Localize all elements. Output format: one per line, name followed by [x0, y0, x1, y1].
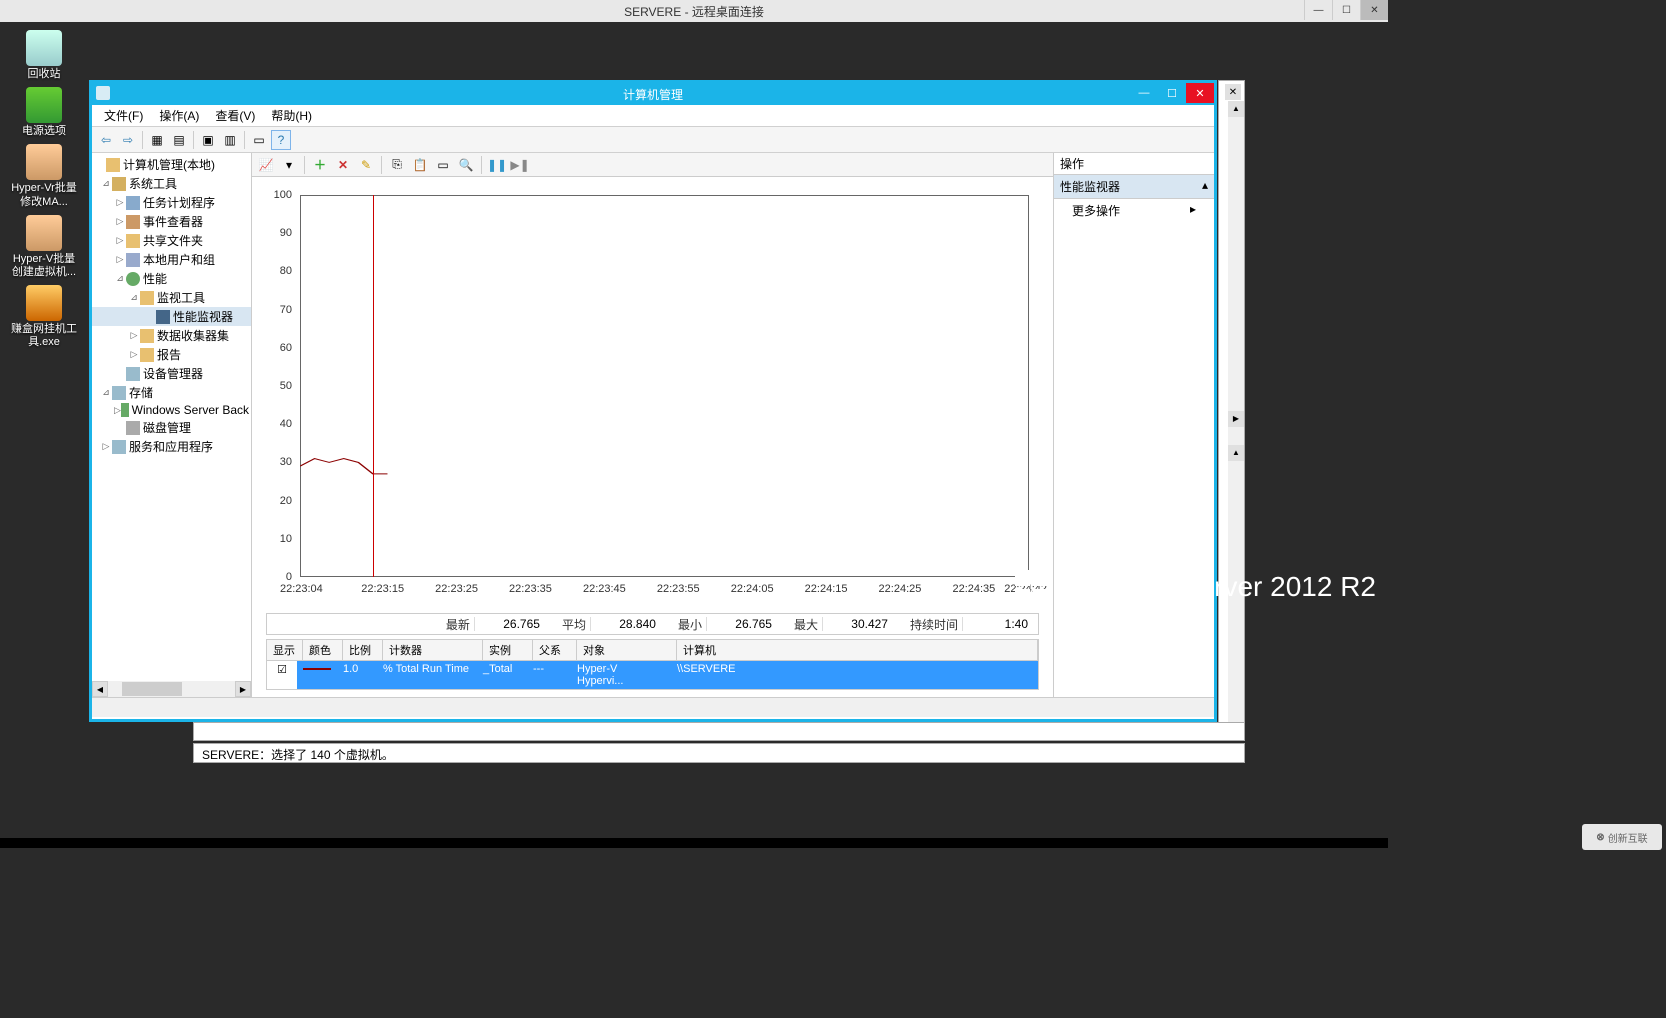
- desktop-icon-hyperv-create[interactable]: Hyper-V批量创建虚拟机...: [8, 215, 80, 279]
- zoom-button[interactable]: 🔍: [456, 155, 476, 175]
- tree-shared-folders[interactable]: ▷共享文件夹: [92, 231, 251, 250]
- toolbar-btn-1[interactable]: ▣: [198, 130, 218, 150]
- app-icon: [96, 86, 110, 100]
- view-dropdown-button[interactable]: ▾: [279, 155, 299, 175]
- side-close-button[interactable]: ✕: [1225, 84, 1241, 100]
- rdp-window: SERVERE - 远程桌面连接 — ☐ ✕ 回收站 电源选项 Hyper-Vr…: [0, 0, 1388, 826]
- toolbar-btn-2[interactable]: ▥: [220, 130, 240, 150]
- properties-button[interactable]: ▤: [169, 130, 189, 150]
- mmc-menubar: 文件(F) 操作(A) 查看(V) 帮助(H): [92, 105, 1214, 127]
- tree-reports[interactable]: ▷报告: [92, 345, 251, 364]
- mmc-title-text: 计算机管理: [623, 86, 683, 103]
- counter-header[interactable]: 显示 颜色 比例 计数器 实例 父系 对象 计算机: [267, 640, 1038, 661]
- y-axis: 100 90 80 70 60 50 40 30 20 10 0: [266, 191, 296, 577]
- windows-logo-icon: [1015, 570, 1049, 604]
- side-scrollbar[interactable]: ▲ ▶ ▲: [1228, 101, 1244, 727]
- chart-cursor[interactable]: [373, 195, 374, 577]
- help-button[interactable]: ?: [271, 130, 291, 150]
- tree-wsb[interactable]: ▷Windows Server Back: [92, 402, 251, 418]
- tree-event-viewer[interactable]: ▷事件查看器: [92, 212, 251, 231]
- chevron-right-icon: ▸: [1190, 202, 1196, 219]
- copy-button[interactable]: ⎘: [387, 155, 407, 175]
- scroll-mid-button[interactable]: ▶: [1228, 411, 1244, 427]
- desktop-icon-power[interactable]: 电源选项: [8, 87, 80, 138]
- properties-perf-button[interactable]: ▭: [433, 155, 453, 175]
- mmc-titlebar[interactable]: 计算机管理 — ☐ ✕: [92, 83, 1214, 105]
- tree-local-users[interactable]: ▷本地用户和组: [92, 250, 251, 269]
- tree-pane: 计算机管理(本地) ⊿系统工具 ▷任务计划程序 ▷事件查看器 ▷共享文件夹 ▷本…: [92, 153, 252, 697]
- menu-action[interactable]: 操作(A): [151, 105, 207, 126]
- forward-button[interactable]: ⇨: [118, 130, 138, 150]
- rdp-titlebar[interactable]: SERVERE - 远程桌面连接 — ☐ ✕: [0, 0, 1388, 22]
- mmc-maximize-button[interactable]: ☐: [1158, 83, 1186, 103]
- paste-button[interactable]: 📋: [410, 155, 430, 175]
- freeze-button[interactable]: ❚❚: [487, 155, 507, 175]
- counter-grid: 显示 颜色 比例 计数器 实例 父系 对象 计算机 ☑ 1.0: [266, 639, 1039, 690]
- add-counter-button[interactable]: ＋: [310, 155, 330, 175]
- mmc-window: 计算机管理 — ☐ ✕ 文件(F) 操作(A) 查看(V) 帮助(H) ⇦ ⇨ …: [89, 80, 1217, 722]
- scroll-up2-button[interactable]: ▲: [1228, 445, 1244, 461]
- tree-storage[interactable]: ⊿存储: [92, 383, 251, 402]
- side-panel: ✕ ▲ ▶ ▲: [1218, 80, 1245, 728]
- lower-field[interactable]: [193, 722, 1245, 741]
- back-button[interactable]: ⇦: [96, 130, 116, 150]
- counter-color-swatch: [303, 668, 331, 670]
- view-graph-button[interactable]: 📈: [256, 155, 276, 175]
- tree-disk-management[interactable]: 磁盘管理: [92, 418, 251, 437]
- scroll-left-button[interactable]: ◀: [92, 681, 108, 697]
- chart-line: [300, 195, 1029, 577]
- desktop-icon-zhuanhe[interactable]: 赚盒网挂机工具.exe: [8, 285, 80, 349]
- counter-checkbox[interactable]: ☑: [267, 661, 297, 689]
- actions-section[interactable]: 性能监视器▴: [1054, 175, 1214, 199]
- mmc-toolbar: ⇦ ⇨ ▦ ▤ ▣ ▥ ▭ ?: [92, 127, 1214, 153]
- mmc-minimize-button[interactable]: —: [1130, 83, 1158, 103]
- tree-system-tools[interactable]: ⊿系统工具: [92, 174, 251, 193]
- mmc-close-button[interactable]: ✕: [1186, 83, 1214, 103]
- mmc-status-bar: [92, 697, 1214, 717]
- rdp-title-text: SERVERE - 远程桌面连接: [624, 3, 764, 20]
- desktop-icon-recycle[interactable]: 回收站: [8, 30, 80, 81]
- actions-pane: 操作 性能监视器▴ 更多操作▸: [1054, 153, 1214, 697]
- letterbox-bar: [0, 838, 1388, 848]
- update-button[interactable]: ▶❚: [510, 155, 530, 175]
- tree-performance[interactable]: ⊿性能: [92, 269, 251, 288]
- tree-task-scheduler[interactable]: ▷任务计划程序: [92, 193, 251, 212]
- perfmon-pane: 📈 ▾ ＋ ✕ ✎ ⎘ 📋 ▭ 🔍 ❚❚ ▶❚: [252, 153, 1054, 697]
- chart-area: 100 90 80 70 60 50 40 30 20 10 0: [252, 177, 1053, 697]
- lower-area: SERVERE：选择了 140 个虚拟机。: [193, 722, 1245, 763]
- tree-perfmon[interactable]: 性能监视器: [92, 307, 251, 326]
- close-button[interactable]: ✕: [1360, 0, 1388, 20]
- delete-counter-button[interactable]: ✕: [333, 155, 353, 175]
- tree-monitoring-tools[interactable]: ⊿监视工具: [92, 288, 251, 307]
- collapse-icon: ▴: [1202, 178, 1208, 195]
- highlight-button[interactable]: ✎: [356, 155, 376, 175]
- menu-file[interactable]: 文件(F): [96, 105, 151, 126]
- desktop-icons: 回收站 电源选项 Hyper-Vr批量修改MA... Hyper-V批量创建虚拟…: [8, 30, 88, 356]
- desktop-icon-hyperv-mac[interactable]: Hyper-Vr批量修改MA...: [8, 144, 80, 208]
- x-axis: 22:23:04 22:23:15 22:23:25 22:23:35 22:2…: [294, 583, 1033, 599]
- os-watermark: Windows Server 2012 R2: [1015, 570, 1376, 604]
- corner-watermark: ⊗创新互联: [1582, 824, 1662, 850]
- scroll-right-button[interactable]: ▶: [235, 681, 251, 697]
- refresh-button[interactable]: ▭: [249, 130, 269, 150]
- actions-header: 操作: [1054, 153, 1214, 175]
- tree-dcs[interactable]: ▷数据收集器集: [92, 326, 251, 345]
- scroll-thumb[interactable]: [122, 682, 182, 696]
- counter-row[interactable]: ☑ 1.0 % Total Run Time _Total --- Hyper-…: [267, 661, 1038, 689]
- minimize-button[interactable]: —: [1304, 0, 1332, 20]
- scroll-up-button[interactable]: ▲: [1228, 101, 1244, 117]
- perfmon-toolbar: 📈 ▾ ＋ ✕ ✎ ⎘ 📋 ▭ 🔍 ❚❚ ▶❚: [252, 153, 1053, 177]
- lower-status: SERVERE：选择了 140 个虚拟机。: [193, 743, 1245, 763]
- tree-hscroll[interactable]: ◀ ▶: [92, 681, 251, 697]
- tree-root[interactable]: 计算机管理(本地): [92, 155, 251, 174]
- menu-help[interactable]: 帮助(H): [263, 105, 320, 126]
- actions-more[interactable]: 更多操作▸: [1054, 199, 1214, 222]
- maximize-button[interactable]: ☐: [1332, 0, 1360, 20]
- tree-services-apps[interactable]: ▷服务和应用程序: [92, 437, 251, 456]
- menu-view[interactable]: 查看(V): [207, 105, 263, 126]
- stats-row: 最新26.765 平均28.840 最小26.765 最大30.427 持续时间…: [266, 613, 1039, 635]
- show-hide-tree-button[interactable]: ▦: [147, 130, 167, 150]
- tree-device-manager[interactable]: 设备管理器: [92, 364, 251, 383]
